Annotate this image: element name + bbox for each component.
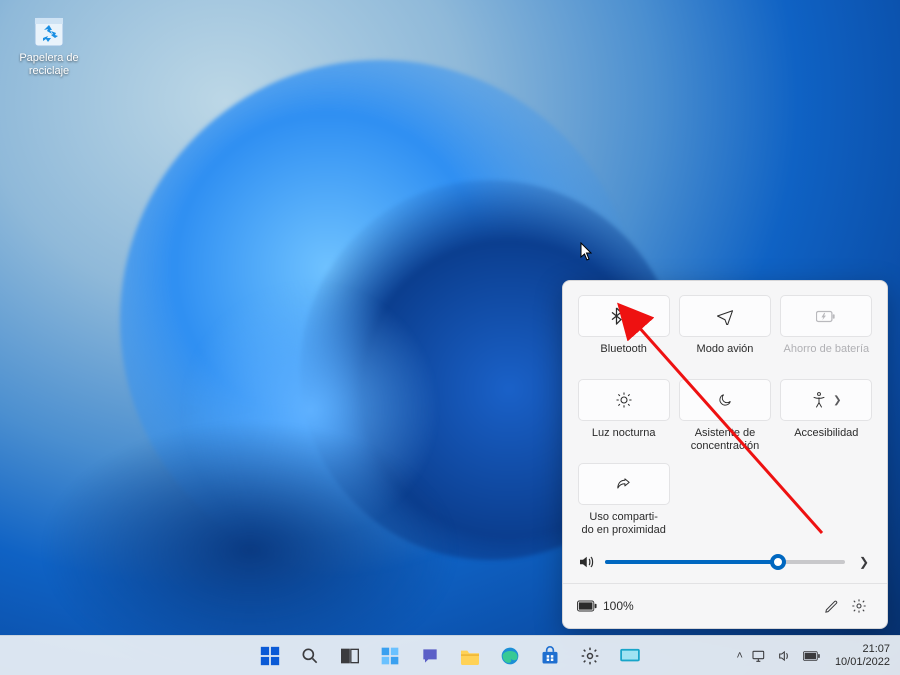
system-tray[interactable]	[751, 649, 821, 663]
recycle-bin[interactable]: Papelera de reciclaje	[14, 10, 84, 77]
speaker-icon[interactable]	[577, 553, 595, 571]
brightness-icon	[615, 391, 633, 409]
taskbar: ˄ 21:07 10/01/2022	[0, 635, 900, 675]
gear-icon	[851, 598, 867, 614]
taskbar-chat-button[interactable]	[412, 640, 448, 672]
speaker-tray-icon	[777, 649, 793, 663]
quick-tile-airplane: Modo avión	[678, 295, 771, 375]
volume-slider[interactable]	[605, 560, 845, 564]
quick-tile-battery-saver: Ahorro de batería	[780, 295, 873, 375]
recycle-bin-icon	[29, 10, 69, 50]
quick-settings-footer: 100%	[563, 583, 887, 628]
quick-tile-nearby-share-button[interactable]	[578, 463, 670, 505]
battery-saver-icon	[816, 310, 836, 323]
taskbar-clock[interactable]: 21:07 10/01/2022	[829, 643, 890, 668]
recycle-bin-label: Papelera de reciclaje	[14, 52, 84, 77]
quick-tile-night-light-label: Luz nocturna	[592, 427, 656, 440]
quick-tile-battery-saver-button	[780, 295, 872, 337]
app-icon	[619, 648, 641, 664]
quick-tile-accessibility: ❯ Accesibilidad	[780, 379, 873, 459]
quick-tile-accessibility-label: Accesibilidad	[794, 427, 858, 440]
edit-quick-settings-button[interactable]	[817, 592, 845, 620]
clock-time: 21:07	[835, 643, 890, 656]
clock-date: 10/01/2022	[835, 656, 890, 669]
quick-tile-night-light: Luz nocturna	[577, 379, 670, 459]
airplane-icon	[716, 307, 734, 325]
search-icon	[300, 646, 320, 666]
tray-overflow-chevron[interactable]: ˄	[737, 650, 743, 662]
start-icon	[259, 645, 281, 667]
chevron-right-icon: ❯	[833, 395, 841, 406]
taskbar-explorer-button[interactable]	[452, 640, 488, 672]
taskbar-taskview-button[interactable]	[332, 640, 368, 672]
quick-settings-grid: ❯ Bluetooth Modo avión Ahorro de batería Luz…	[577, 295, 873, 543]
taskview-icon	[340, 647, 360, 665]
taskbar-app-button[interactable]	[612, 640, 648, 672]
battery-status[interactable]: 100%	[577, 599, 634, 613]
taskbar-edge-button[interactable]	[492, 640, 528, 672]
widgets-icon	[380, 646, 400, 666]
edge-icon	[500, 646, 520, 666]
quick-tile-airplane-button[interactable]	[679, 295, 771, 337]
explorer-icon	[459, 647, 481, 665]
battery-icon	[577, 600, 597, 612]
chevron-right-icon: ❯	[630, 311, 638, 322]
desktop: Papelera de reciclaje ❯ Bluetooth Modo avi…	[0, 0, 900, 675]
battery-text: 100%	[603, 599, 634, 613]
quick-tile-bluetooth-button[interactable]: ❯	[578, 295, 670, 337]
taskbar-center	[252, 640, 648, 672]
battery-tray-icon	[803, 650, 821, 662]
quick-tile-focus-assist-button[interactable]	[679, 379, 771, 421]
volume-expand-chevron[interactable]: ❯	[855, 551, 873, 573]
taskbar-store-button[interactable]	[532, 640, 568, 672]
quick-settings-panel: ❯ Bluetooth Modo avión Ahorro de batería Luz…	[562, 280, 888, 629]
settings-icon	[580, 646, 600, 666]
quick-tile-night-light-button[interactable]	[578, 379, 670, 421]
pencil-icon	[824, 599, 839, 614]
quick-tile-nearby-share-label: Uso comparti- do en proximidad	[581, 511, 665, 536]
taskbar-search-button[interactable]	[292, 640, 328, 672]
moon-icon	[717, 392, 733, 408]
taskbar-settings-button[interactable]	[572, 640, 608, 672]
quick-tile-nearby-share: Uso comparti- do en proximidad	[577, 463, 670, 543]
quick-tile-airplane-label: Modo avión	[697, 343, 754, 356]
taskbar-right: ˄ 21:07 10/01/2022	[737, 643, 900, 668]
quick-tile-focus-assist: Asistente de concentración	[678, 379, 771, 459]
open-settings-button[interactable]	[845, 592, 873, 620]
quick-tile-bluetooth: ❯ Bluetooth	[577, 295, 670, 375]
volume-row: ❯	[577, 547, 873, 583]
quick-tile-battery-saver-label: Ahorro de batería	[784, 343, 870, 356]
store-icon	[540, 646, 560, 666]
taskbar-start-button[interactable]	[252, 640, 288, 672]
taskbar-widgets-button[interactable]	[372, 640, 408, 672]
chat-icon	[420, 646, 440, 666]
quick-tile-accessibility-button[interactable]: ❯	[780, 379, 872, 421]
accessibility-icon	[811, 391, 827, 409]
share-icon	[615, 476, 632, 493]
quick-tile-bluetooth-label: Bluetooth	[600, 343, 646, 356]
network-icon	[751, 649, 767, 663]
quick-tile-focus-assist-label: Asistente de concentración	[679, 427, 771, 452]
bluetooth-icon	[609, 307, 624, 325]
